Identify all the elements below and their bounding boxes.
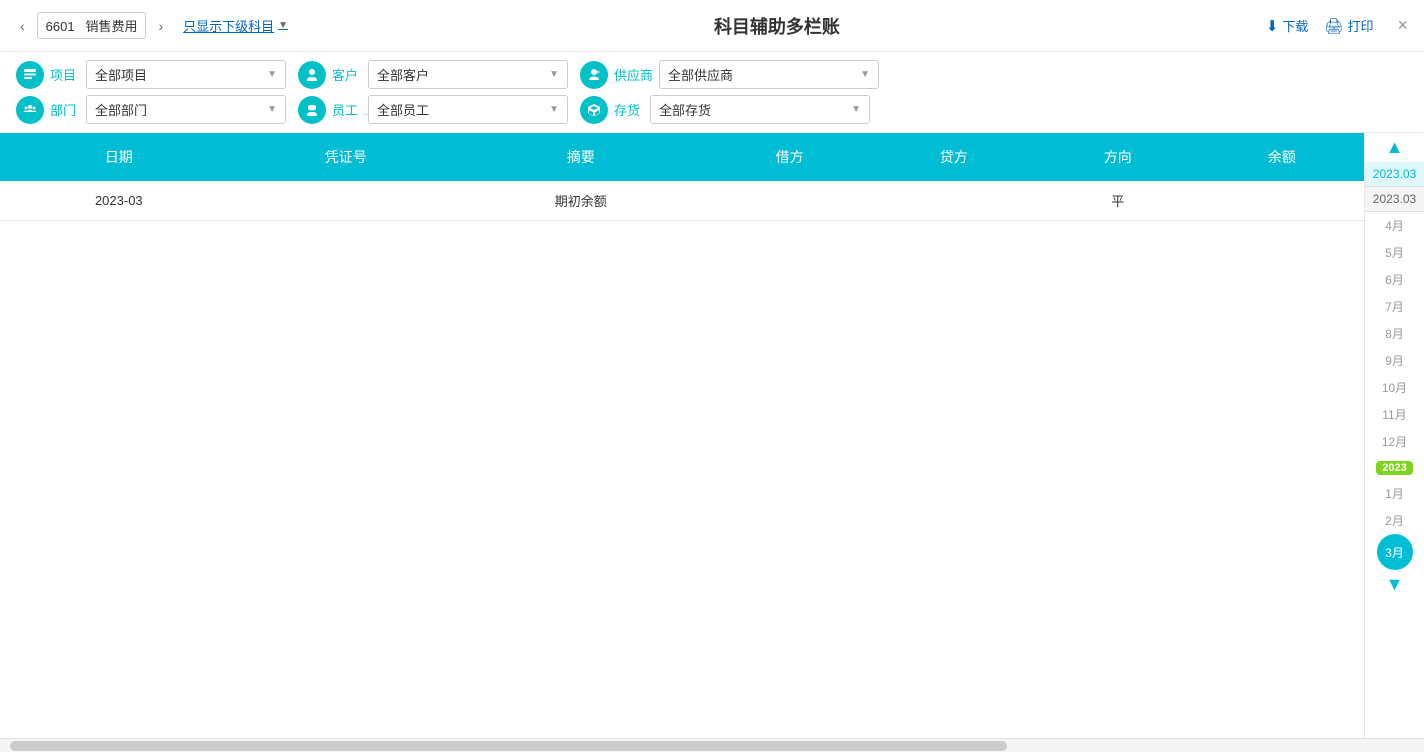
supplier-icon xyxy=(580,61,608,89)
customer-value: 全部客户 xyxy=(377,65,545,84)
timeline-1[interactable]: 1月 xyxy=(1365,480,1424,507)
ledger-table: 日期 凭证号 摘要 借方 贷方 方向 余额 2023-03 期初余额 xyxy=(0,133,1364,221)
page-title: 科目辅助多栏账 xyxy=(296,13,1258,39)
customer-label: 客户 xyxy=(332,65,362,84)
col-balance: 余额 xyxy=(1200,133,1364,181)
bottom-scrollbar[interactable] xyxy=(0,738,1424,752)
customer-icon xyxy=(298,61,326,89)
top-actions: ⬇ 下载 🖨 打印 xyxy=(1266,16,1374,35)
inventory-value: 全部存货 xyxy=(659,100,847,119)
timeline-6[interactable]: 6月 xyxy=(1365,266,1424,293)
dept-icon xyxy=(16,96,44,124)
timeline-7[interactable]: 7月 xyxy=(1365,293,1424,320)
filter-employee: 员工 全部员工 ▼ xyxy=(298,95,568,124)
filter-row-2: 部门 全部部门 ▼ 员工 全部员工 ▼ xyxy=(16,95,1408,124)
inventory-select[interactable]: 全部存货 ▼ xyxy=(650,95,870,124)
show-sub-label: 只显示下级科目 xyxy=(183,16,274,35)
customer-chevron-icon: ▼ xyxy=(549,69,559,80)
filter-supplier: 供应商 全部供应商 ▼ xyxy=(580,60,879,89)
table-area[interactable]: 日期 凭证号 摘要 借方 贷方 方向 余额 2023-03 期初余额 xyxy=(0,133,1364,738)
supplier-value: 全部供应商 xyxy=(668,65,856,84)
next-account-btn[interactable]: › xyxy=(154,16,167,36)
sidebar-down-btn[interactable]: ▼ xyxy=(1365,570,1424,599)
col-credit: 贷方 xyxy=(872,133,1036,181)
inventory-chevron-icon: ▼ xyxy=(851,104,861,115)
timeline-8[interactable]: 8月 xyxy=(1365,320,1424,347)
inventory-label: 存货 xyxy=(614,100,644,119)
filter-row-1: 项目 全部项目 ▼ 客户 全部客户 ▼ xyxy=(16,60,1408,89)
download-btn[interactable]: ⬇ 下载 xyxy=(1266,16,1309,35)
download-label: 下载 xyxy=(1282,16,1308,35)
supplier-select[interactable]: 全部供应商 ▼ xyxy=(659,60,879,89)
main-content: 日期 凭证号 摘要 借方 贷方 方向 余额 2023-03 期初余额 xyxy=(0,133,1424,738)
col-date: 日期 xyxy=(0,133,238,181)
customer-select[interactable]: 全部客户 ▼ xyxy=(368,60,568,89)
right-sidebar: ▲ 2023.03 2023.03 4月 5月 6月 7月 8月 9月 10月 … xyxy=(1364,133,1424,738)
cell-date: 2023-03 xyxy=(0,181,238,221)
timeline-9[interactable]: 9月 xyxy=(1365,347,1424,374)
dept-chevron-icon: ▼ xyxy=(267,104,277,115)
col-direction: 方向 xyxy=(1036,133,1200,181)
print-btn[interactable]: 🖨 打印 xyxy=(1324,16,1373,35)
project-select[interactable]: 全部项目 ▼ xyxy=(86,60,286,89)
timeline-10[interactable]: 10月 xyxy=(1365,374,1424,401)
cell-balance xyxy=(1200,181,1364,221)
col-summary: 摘要 xyxy=(454,133,708,181)
filter-project: 项目 全部项目 ▼ xyxy=(16,60,286,89)
supplier-label: 供应商 xyxy=(614,65,653,84)
period-header-2023-03-1[interactable]: 2023.03 xyxy=(1365,162,1424,187)
account-code: 6601 销售费用 xyxy=(37,12,147,39)
timeline-3[interactable]: 3月 xyxy=(1377,534,1413,570)
employee-icon xyxy=(298,96,326,124)
cell-credit xyxy=(872,181,1036,221)
supplier-chevron-icon: ▼ xyxy=(860,69,870,80)
cell-debit xyxy=(708,181,872,221)
prev-account-btn[interactable]: ‹ xyxy=(16,16,29,36)
show-sub-chevron-icon: ▼ xyxy=(278,20,288,31)
filter-inventory: 存货 全部存货 ▼ xyxy=(580,95,870,124)
cell-direction: 平 xyxy=(1036,181,1200,221)
filter-dept: 部门 全部部门 ▼ xyxy=(16,95,286,124)
top-bar: ‹ 6601 销售费用 › 只显示下级科目 ▼ 科目辅助多栏账 ⬇ 下载 🖨 打… xyxy=(0,0,1424,52)
employee-label: 员工 xyxy=(332,100,362,119)
timeline-4[interactable]: 4月 xyxy=(1365,212,1424,239)
show-sub-dropdown[interactable]: 只显示下级科目 ▼ xyxy=(183,16,288,35)
filter-customer: 客户 全部客户 ▼ xyxy=(298,60,568,89)
timeline-2[interactable]: 2月 xyxy=(1365,507,1424,534)
employee-value: 全部员工 xyxy=(377,100,545,119)
project-chevron-icon: ▼ xyxy=(267,69,277,80)
cell-voucher xyxy=(238,181,454,221)
close-btn[interactable]: × xyxy=(1397,15,1408,36)
table-row: 2023-03 期初余额 平 xyxy=(0,181,1364,221)
main-window: ‹ 6601 销售费用 › 只显示下级科目 ▼ 科目辅助多栏账 ⬇ 下载 🖨 打… xyxy=(0,0,1424,752)
print-label: 打印 xyxy=(1347,16,1373,35)
project-label: 项目 xyxy=(50,65,80,84)
project-value: 全部项目 xyxy=(95,65,263,84)
year-badge-label: 2023 xyxy=(1376,461,1412,475)
timeline-5[interactable]: 5月 xyxy=(1365,239,1424,266)
bottom-scroll-thumb xyxy=(10,741,1007,751)
download-icon: ⬇ xyxy=(1266,17,1279,35)
filter-area: 项目 全部项目 ▼ 客户 全部客户 ▼ xyxy=(0,52,1424,133)
employee-select[interactable]: 全部员工 ▼ xyxy=(368,95,568,124)
inventory-icon xyxy=(580,96,608,124)
cell-summary: 期初余额 xyxy=(454,181,708,221)
col-debit: 借方 xyxy=(708,133,872,181)
account-code-box: 6601 销售费用 xyxy=(37,12,147,39)
timeline-11[interactable]: 11月 xyxy=(1365,401,1424,428)
project-icon xyxy=(16,61,44,89)
dept-label: 部门 xyxy=(50,100,80,119)
sidebar-up-btn[interactable]: ▲ xyxy=(1365,133,1424,162)
dept-select[interactable]: 全部部门 ▼ xyxy=(86,95,286,124)
print-icon: 🖨 xyxy=(1324,17,1343,35)
employee-chevron-icon: ▼ xyxy=(549,104,559,115)
table-header-row: 日期 凭证号 摘要 借方 贷方 方向 余额 xyxy=(0,133,1364,181)
timeline-12[interactable]: 12月 xyxy=(1365,428,1424,455)
col-voucher: 凭证号 xyxy=(238,133,454,181)
dept-value: 全部部门 xyxy=(95,100,263,119)
year-2023: 2023 xyxy=(1365,455,1424,480)
period-header-2023-03-2[interactable]: 2023.03 xyxy=(1365,187,1424,212)
timeline-3-wrap: 3月 xyxy=(1365,534,1424,570)
